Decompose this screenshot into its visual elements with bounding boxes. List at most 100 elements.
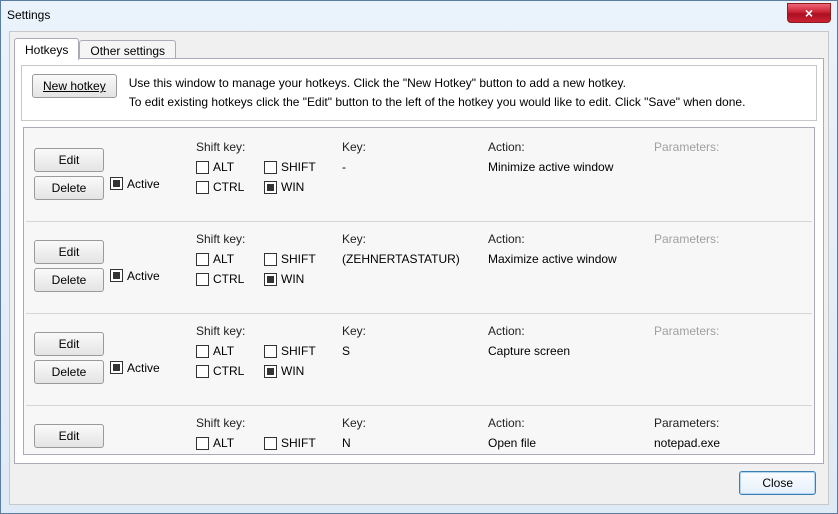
win-checkbox[interactable] [264,181,277,194]
shiftkey-cell: Shift key: ALT SHIFT CTRL WIN [196,140,336,207]
row-buttons: Edit Delete [34,140,104,207]
help-text: Use this window to manage your hotkeys. … [129,74,746,112]
modkey-cell: WIN [264,364,324,378]
alt-checkbox[interactable] [196,161,209,174]
alt-label: ALT [213,436,234,450]
shiftkey-header: Shift key: [196,232,336,246]
action-cell: Action: Maximize active window [488,232,648,299]
shiftkey-cell: Shift key: ALT SHIFT CTRL WIN [196,232,336,299]
win-label: WIN [281,272,304,286]
parameters-cell: Parameters:notepad.exe [654,416,804,452]
alt-label: ALT [213,160,234,174]
shiftkey-grid: ALT SHIFT CTRL WIN [196,160,336,194]
modkey-cell: SHIFT [264,344,324,358]
modkey-cell: WIN [264,180,324,194]
parameters-header: Parameters: [654,232,804,246]
action-value: Capture screen [488,344,648,358]
window-title: Settings [7,8,50,22]
ctrl-label: CTRL [213,364,244,378]
key-cell: Key:S [342,324,482,391]
ctrl-checkbox[interactable] [196,365,209,378]
modkey-cell: SHIFT [264,160,324,174]
win-checkbox[interactable] [264,365,277,378]
delete-button[interactable]: Delete [34,360,104,384]
action-value: Maximize active window [488,252,648,266]
modkey-cell: CTRL [196,364,256,378]
hotkey-row: EditDeleteActiveShift key:ALTSHIFTCTRLWI… [26,314,812,406]
tab-other-settings[interactable]: Other settings [79,40,176,60]
ctrl-label: CTRL [213,180,244,194]
alt-checkbox[interactable] [196,253,209,266]
tabstrip: Hotkeys Other settings [14,36,824,60]
shift-checkbox[interactable] [264,253,277,266]
delete-button[interactable]: Delete [34,176,104,200]
active-checkbox[interactable] [110,361,123,374]
hotkey-row: Edit Delete Active Shift key: ALT SHIFT CTRL WI… [26,222,812,314]
parameters-cell: Parameters: [654,232,804,299]
modkey-cell: ALT [196,160,256,174]
parameters-cell: Parameters: [654,140,804,207]
client-area: Hotkeys Other settings New hotkey Use th… [9,31,829,505]
action-header: Action: [488,140,648,154]
delete-button[interactable]: Delete [34,452,104,453]
modkey-cell: SHIFT [264,252,324,266]
shiftkey-cell: Shift key:ALTSHIFTCTRLWIN [196,416,336,452]
ctrl-checkbox[interactable] [196,273,209,286]
shift-label: SHIFT [281,436,316,450]
shiftkey-grid: ALT SHIFT CTRL WIN [196,344,336,378]
shiftkey-header: Shift key: [196,324,336,338]
key-cell: Key:(ZEHNERTASTATUR) [342,232,482,299]
alt-checkbox[interactable] [196,345,209,358]
active-checkbox[interactable] [110,269,123,282]
key-value: S [342,344,482,358]
modkey-cell: CTRL [196,180,256,194]
hotkey-row: Edit Delete Active Shift key: ALT SHIFT CTRL WI… [26,130,812,222]
action-cell: Action: Capture screen [488,324,648,391]
shiftkey-cell: Shift key: ALT SHIFT CTRL WIN [196,324,336,391]
active-cell: Active [110,416,190,452]
alt-label: ALT [213,252,234,266]
modkey-cell: WIN [264,272,324,286]
win-label: WIN [281,180,304,194]
modkey-cell: CTRL [196,272,256,286]
edit-button[interactable]: Edit [34,424,104,448]
hotkey-scroll[interactable]: Edit Delete Active Shift key: ALT SHIFT CTRL WI… [26,130,812,452]
action-cell: Action: Minimize active window [488,140,648,207]
edit-button[interactable]: Edit [34,240,104,264]
action-header: Action: [488,324,648,338]
action-cell: Action:Open file [488,416,648,452]
ctrl-checkbox[interactable] [196,181,209,194]
titlebar: Settings × [1,1,837,29]
edit-button[interactable]: Edit [34,148,104,172]
shift-label: SHIFT [281,160,316,174]
key-value: (ZEHNERTASTATUR) [342,252,482,266]
tab-hotkeys[interactable]: Hotkeys [14,38,79,60]
delete-button[interactable]: Delete [34,268,104,292]
active-checkbox[interactable] [110,177,123,190]
shift-checkbox[interactable] [264,161,277,174]
action-value: Open file [488,436,648,450]
parameters-header: Parameters: [654,324,804,338]
close-button[interactable]: Close [739,471,816,495]
win-checkbox[interactable] [264,273,277,286]
action-value: Minimize active window [488,160,648,174]
dialog-footer: Close [14,466,824,500]
shift-checkbox[interactable] [264,437,277,450]
help-panel: New hotkey Use this window to manage you… [21,65,817,121]
modkey-cell: SHIFT [264,436,324,450]
active-label: Active [127,269,160,283]
alt-checkbox[interactable] [196,437,209,450]
shiftkey-header: Shift key: [196,416,336,430]
key-cell: Key:- [342,140,482,207]
help-line-2: To edit existing hotkeys click the "Edit… [129,93,746,112]
shift-checkbox[interactable] [264,345,277,358]
window-close-button[interactable]: × [787,3,831,23]
edit-button[interactable]: Edit [34,332,104,356]
new-hotkey-button[interactable]: New hotkey [32,74,117,98]
alt-label: ALT [213,344,234,358]
parameters-value: notepad.exe [654,436,804,450]
action-header: Action: [488,232,648,246]
active-label: Active [127,177,160,191]
shiftkey-header: Shift key: [196,140,336,154]
ctrl-label: CTRL [213,272,244,286]
